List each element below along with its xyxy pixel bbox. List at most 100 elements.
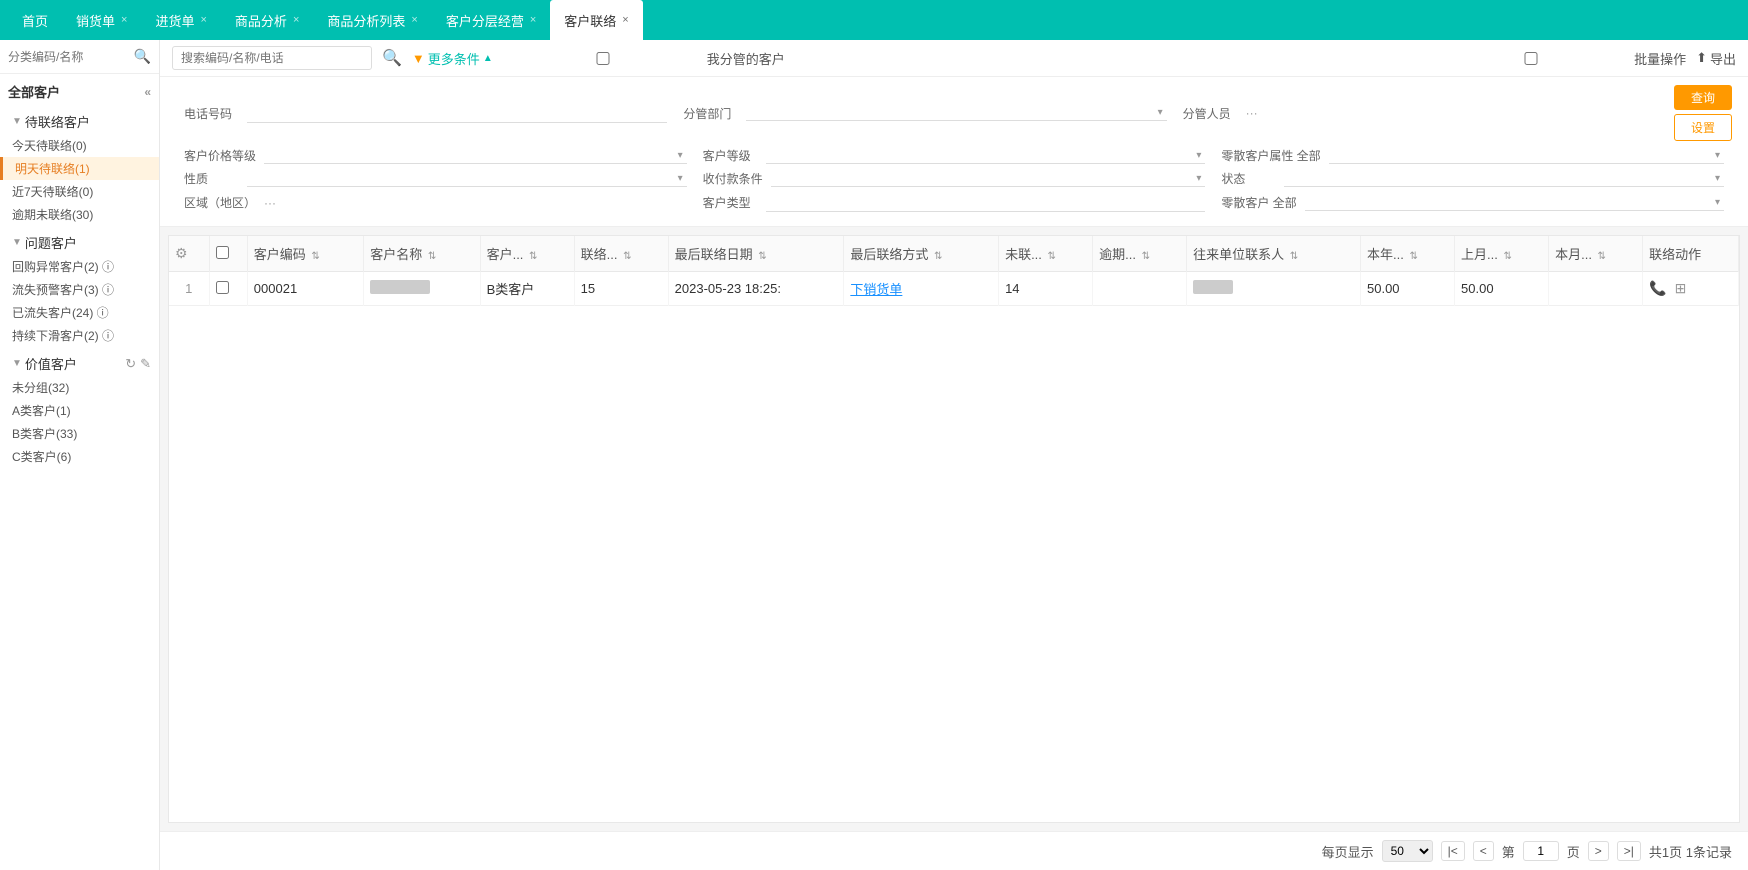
filter-status-select[interactable]: ▾	[1284, 171, 1724, 187]
filter-payment-terms-select[interactable]: ▾	[771, 171, 1206, 187]
filter-phone-input[interactable]	[247, 104, 667, 123]
col-last-contact-method[interactable]: 最后联络方式 ⇅	[844, 236, 999, 272]
nav-customer-tier[interactable]: 客户分层经营 ×	[432, 0, 550, 40]
reset-button[interactable]: 设置	[1674, 114, 1732, 141]
sidebar-class-c[interactable]: C类客户(6)	[0, 445, 159, 468]
nav-sales[interactable]: 销货单 ×	[62, 0, 141, 40]
my-customers-check[interactable]	[503, 52, 703, 65]
col-last-month[interactable]: 上月... ⇅	[1455, 236, 1549, 272]
filter-dept-select[interactable]: ▾	[746, 105, 1166, 121]
page-suffix: 页	[1567, 842, 1580, 861]
export-button[interactable]: ⬆ 导出	[1696, 49, 1736, 68]
page-number-input[interactable]	[1523, 841, 1559, 861]
nav-goods-analysis-list[interactable]: 商品分析列表 ×	[313, 0, 431, 40]
sidebar-search-input[interactable]	[8, 50, 130, 64]
first-page-button[interactable]: |<	[1441, 841, 1465, 861]
my-customers-checkbox[interactable]: 我分管的客户	[503, 49, 785, 68]
call-icon[interactable]: 📞	[1649, 280, 1666, 297]
filter-price-level-select[interactable]: ▾	[264, 148, 687, 164]
col-checkbox[interactable]	[209, 236, 247, 272]
filter-customer-type-input[interactable]	[766, 193, 1206, 212]
nav-goods-analysis[interactable]: 商品分析 ×	[221, 0, 313, 40]
sort-icon-date: ⇅	[758, 251, 766, 262]
filter-retail-attr-select[interactable]: ▾	[1329, 148, 1724, 164]
col-contact-count[interactable]: 联络... ⇅	[574, 236, 668, 272]
row-num: 1	[169, 272, 209, 306]
col-unit-contact[interactable]: 往来单位联系人 ⇅	[1187, 236, 1361, 272]
row-last-contact-method[interactable]: 下销货单	[844, 272, 999, 306]
table-row: 1 000021 B类客户 15 2023-05-23 18:25: 下销货单 …	[169, 272, 1739, 306]
row-this-month	[1549, 272, 1643, 306]
sidebar-declining[interactable]: 持续下滑客户(2) ⓘ	[0, 324, 159, 347]
nav-customer-contact[interactable]: 客户联络 ×	[550, 0, 642, 40]
filter-person-dots[interactable]: ···	[1246, 106, 1258, 120]
sidebar-7days-contact[interactable]: 近7天待联络(0)	[0, 180, 159, 203]
close-goods-analysis-list-icon[interactable]: ×	[411, 14, 417, 26]
more-conditions-button[interactable]: ▼ 更多条件 ▲	[412, 49, 493, 68]
col-uncontacted[interactable]: 未联... ⇅	[999, 236, 1093, 272]
arrow-icon-3: ▼	[12, 358, 22, 369]
sidebar-overdue-contact[interactable]: 逾期未联络(30)	[0, 203, 159, 226]
close-customer-tier-icon[interactable]: ×	[530, 14, 536, 26]
collapse-icon[interactable]: «	[144, 85, 151, 99]
filter-actions: 查询 设置	[1674, 85, 1732, 141]
col-last-contact-date[interactable]: 最后联络日期 ⇅	[668, 236, 844, 272]
sidebar-class-b[interactable]: B类客户(33)	[0, 422, 159, 445]
sidebar-churn-warning[interactable]: 流失预警客户(3) ⓘ	[0, 278, 159, 301]
sidebar-tomorrow-contact[interactable]: 明天待联络(1)	[0, 157, 159, 180]
search-button[interactable]: 🔍	[382, 48, 402, 68]
sidebar-ungrouped[interactable]: 未分组(32)	[0, 376, 159, 399]
col-code[interactable]: 客户编码 ⇅	[247, 236, 363, 272]
close-sales-icon[interactable]: ×	[121, 14, 127, 26]
col-settings[interactable]: ⚙	[169, 236, 209, 272]
nav-home[interactable]: 首页	[8, 0, 62, 40]
chevron-down-icon-retail2: ▾	[1715, 197, 1720, 208]
filter-dept: 分管部门 ▾	[675, 105, 1174, 122]
batch-ops-checkbox[interactable]: 批量操作	[1431, 49, 1686, 68]
filter-nature-select[interactable]: ▾	[247, 171, 687, 187]
col-this-month[interactable]: 本月... ⇅	[1549, 236, 1643, 272]
row-checkbox[interactable]	[216, 281, 229, 294]
customers-table: ⚙ 客户编码 ⇅ 客户名称 ⇅ 客户... ⇅ 联络... ⇅ 最后联络日期 ⇅…	[169, 236, 1739, 306]
row-uncontacted: 14	[999, 272, 1093, 306]
col-type[interactable]: 客户... ⇅	[480, 236, 574, 272]
filter-region-dots[interactable]: ···	[264, 196, 276, 210]
chevron-down-icon-nature: ▾	[678, 173, 683, 184]
sort-icon-contact: ⇅	[623, 251, 631, 262]
select-all-checkbox[interactable]	[216, 246, 229, 259]
search-input[interactable]	[172, 46, 372, 70]
filter-customer-grade-select[interactable]: ▾	[766, 148, 1206, 164]
close-customer-contact-icon[interactable]: ×	[622, 14, 628, 26]
col-overdue[interactable]: 逾期... ⇅	[1093, 236, 1187, 272]
chevron-down-icon-dept: ▾	[1158, 107, 1163, 118]
per-page-select[interactable]: 10 20 50 100	[1382, 840, 1433, 862]
row-unit-contact	[1187, 272, 1361, 306]
sidebar-churned[interactable]: 已流失客户(24) ⓘ	[0, 301, 159, 324]
filter-bar: 🔍 ▼ 更多条件 ▲ 我分管的客户 批量操作 ⬆ 导出	[160, 40, 1748, 77]
next-page-button[interactable]: >	[1588, 841, 1609, 861]
nav-purchase[interactable]: 进货单 ×	[141, 0, 220, 40]
col-name[interactable]: 客户名称 ⇅	[364, 236, 480, 272]
filter-retail-customer-select[interactable]: ▾	[1305, 195, 1724, 211]
filter-customer-grade: 客户等级 ▾	[695, 147, 1214, 164]
settings-icon[interactable]: ⚙	[175, 245, 188, 261]
batch-checkbox[interactable]	[1431, 52, 1631, 65]
section-problem-customers: ▼ 问题客户	[0, 230, 159, 255]
last-page-button[interactable]: >|	[1617, 841, 1641, 861]
sidebar-repurchase-abnormal[interactable]: 回购异常客户(2) ⓘ	[0, 255, 159, 278]
sidebar-search-icon[interactable]: 🔍	[134, 48, 151, 65]
sidebar-today-contact[interactable]: 今天待联络(0)	[0, 134, 159, 157]
sidebar-class-a[interactable]: A类客户(1)	[0, 399, 159, 422]
query-button[interactable]: 查询	[1674, 85, 1732, 110]
advanced-filter-panel: 电话号码 分管部门 ▾ 分管人员 ··· 查询 设置	[160, 77, 1748, 227]
close-purchase-icon[interactable]: ×	[200, 14, 206, 26]
close-goods-analysis-icon[interactable]: ×	[293, 14, 299, 26]
col-this-year[interactable]: 本年... ⇅	[1361, 236, 1455, 272]
edit-icon[interactable]: ✎	[140, 356, 151, 372]
refresh-icon[interactable]: ↻	[125, 356, 136, 372]
chevron-down-icon-payment: ▾	[1196, 173, 1201, 184]
row-type: B类客户	[480, 272, 574, 306]
grid-icon[interactable]: ⊞	[1675, 280, 1687, 297]
prev-page-button[interactable]: <	[1473, 841, 1494, 861]
row-checkbox-cell[interactable]	[209, 272, 247, 306]
